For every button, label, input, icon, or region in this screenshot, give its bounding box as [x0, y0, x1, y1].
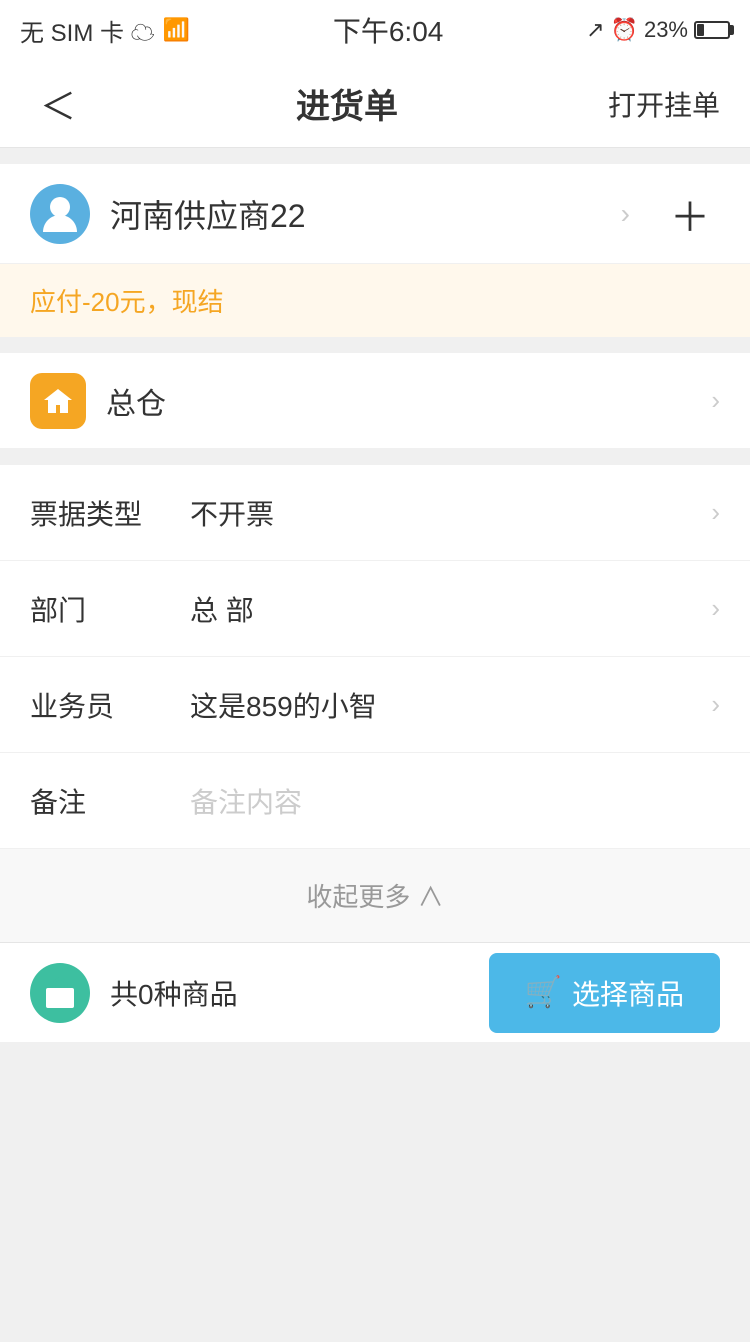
- product-icon-wrap: [30, 963, 90, 1023]
- product-count-label: 共0种商品: [110, 973, 489, 1013]
- department-label: 部门: [30, 589, 170, 629]
- product-bar: 共0种商品 🛒 选择商品: [0, 942, 750, 1042]
- select-product-label: 选择商品: [572, 973, 684, 1013]
- supplier-avatar: [30, 184, 90, 244]
- remark-row[interactable]: 备注 备注内容: [0, 753, 750, 849]
- notice-bar: 应付-20元，现结: [0, 264, 750, 337]
- page-title: 进货单: [296, 79, 398, 128]
- wifi-icon: 📶: [163, 17, 190, 43]
- salesperson-label: 业务员: [30, 685, 170, 725]
- collapse-row[interactable]: 收起更多 ∧: [0, 849, 750, 942]
- warehouse-row[interactable]: 总仓 ›: [0, 353, 750, 449]
- section-gap-3: [0, 449, 750, 465]
- status-right: ↗ ⏰ 23%: [586, 17, 730, 43]
- supplier-chevron-icon: ›: [621, 198, 630, 230]
- department-chevron-icon: ›: [711, 593, 720, 624]
- remark-value[interactable]: 备注内容: [170, 781, 720, 821]
- form-section: 票据类型 不开票 › 部门 总 部 › 业务员 这是859的小智 › 备注 备注…: [0, 465, 750, 849]
- department-value: 总 部: [170, 589, 701, 629]
- supplier-section: 河南供应商22 › ＋ 应付-20元，现结: [0, 164, 750, 337]
- warehouse-name: 总仓: [106, 379, 701, 423]
- invoice-type-row[interactable]: 票据类型 不开票 ›: [0, 465, 750, 561]
- house-icon: [43, 387, 73, 415]
- sim-label: 无 SIM 卡 ☁: [20, 13, 155, 48]
- back-button[interactable]: ＜: [30, 68, 86, 140]
- cart-icon: 🛒: [525, 975, 562, 1010]
- invoice-type-chevron-icon: ›: [711, 497, 720, 528]
- shopping-bag-icon: [43, 976, 77, 1010]
- status-time: 下午6:04: [333, 10, 444, 50]
- supplier-row[interactable]: 河南供应商22 › ＋: [0, 164, 750, 264]
- collapse-label: 收起更多 ∧: [306, 877, 443, 914]
- section-gap-2: [0, 337, 750, 353]
- warehouse-chevron-icon: ›: [711, 385, 720, 416]
- status-left: 无 SIM 卡 ☁ 📶: [20, 13, 190, 48]
- alarm-icon: ⏰: [611, 17, 638, 43]
- salesperson-value: 这是859的小智: [170, 685, 701, 725]
- status-bar: 无 SIM 卡 ☁ 📶 下午6:04 ↗ ⏰ 23%: [0, 0, 750, 60]
- page-background: [0, 1042, 750, 1342]
- salesperson-chevron-icon: ›: [711, 689, 720, 720]
- open-pending-button[interactable]: 打开挂单: [608, 84, 720, 124]
- department-row[interactable]: 部门 总 部 ›: [0, 561, 750, 657]
- person-icon: [42, 194, 78, 234]
- salesperson-row[interactable]: 业务员 这是859的小智 ›: [0, 657, 750, 753]
- invoice-type-value: 不开票: [170, 493, 701, 533]
- notice-text: 应付-20元，现结: [30, 287, 224, 317]
- remark-label: 备注: [30, 781, 170, 821]
- add-button[interactable]: ＋: [660, 185, 720, 243]
- warehouse-icon-wrap: [30, 373, 86, 429]
- select-product-button[interactable]: 🛒 选择商品: [489, 953, 720, 1033]
- battery-percent: 23%: [644, 17, 688, 43]
- supplier-name: 河南供应商22: [110, 191, 621, 237]
- nav-bar: ＜ 进货单 打开挂单: [0, 60, 750, 148]
- invoice-type-label: 票据类型: [30, 493, 170, 533]
- battery-icon: [694, 21, 730, 39]
- location-icon: ↗: [586, 17, 604, 43]
- section-gap-1: [0, 148, 750, 164]
